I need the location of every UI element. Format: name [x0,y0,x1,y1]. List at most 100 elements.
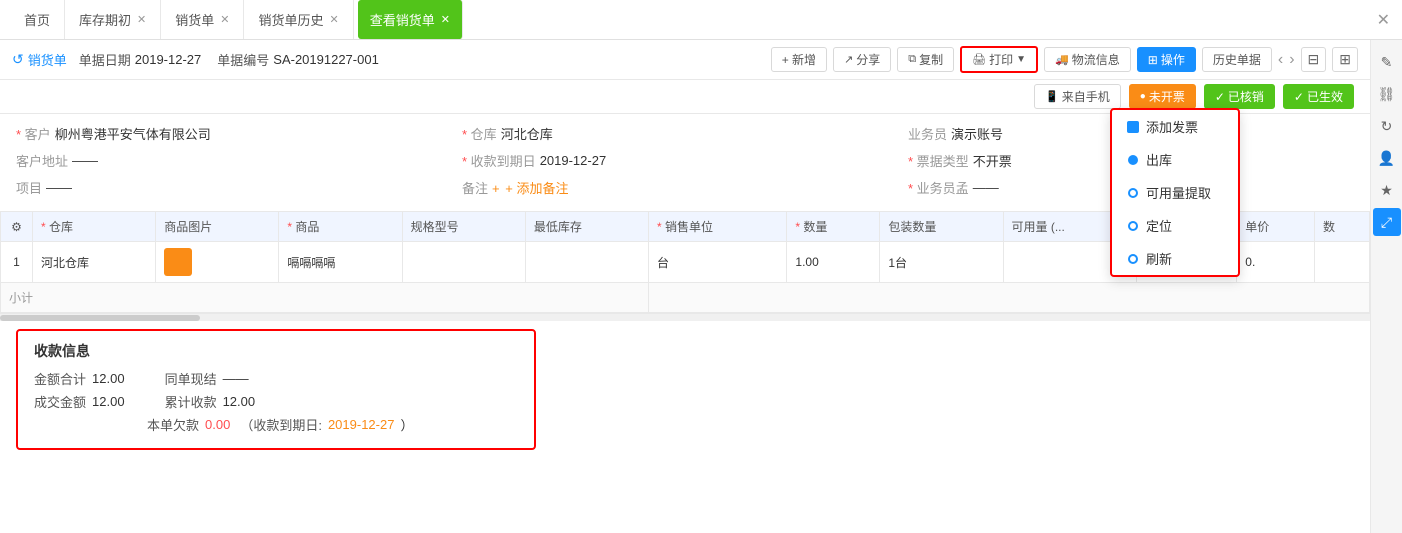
address-field: 客户地址 —— [16,151,462,170]
tab-close-inventory[interactable]: ✕ [137,13,146,26]
tab-close-sales[interactable]: ✕ [220,13,229,26]
window-close-button[interactable]: ✕ [1377,10,1390,30]
copy-button[interactable]: ⧉ 复制 [897,47,954,72]
arrears-paren-close: ） [400,415,413,434]
col-sales-unit: 销售单位 [649,212,787,242]
warehouse-value: 河北仓库 [501,124,553,143]
logistics-button[interactable]: 🚚 物流信息 [1044,47,1131,72]
arrears-field: 本单欠款 0.00 （收款到期日: 2019-12-27 ） [147,415,413,434]
address-value: —— [72,153,98,168]
list-view-button[interactable]: ⊞ [1332,47,1358,72]
not-invoiced-button[interactable]: ● 未开票 [1129,84,1196,109]
payment-row-1: 金额合计 12.00 同单现结 —— [34,369,518,388]
note-field: 备注 + + 添加备注 [462,178,908,197]
tab-close-history[interactable]: ✕ [330,13,339,26]
tab-view-sales[interactable]: 查看销货单 ✕ [358,0,463,39]
col-unit-price: 单价 [1237,212,1315,242]
due-date-label: 收款到期日 [462,151,536,170]
tab-inventory-init[interactable]: 库存期初 ✕ [65,0,161,39]
project-field: 项目 —— [16,178,462,197]
arrears-label: 本单欠款 [147,415,199,434]
doc-number-label: 单据编号 SA-20191227-001 [217,50,379,69]
salesperson-value: —— [973,180,999,195]
doc-actions: + 新增 ↗ 分享 ⧉ 复制 🖨 打印 ▼ 🚚 物流信息 [771,46,1358,73]
employee-value: 演示账号 [951,124,1003,143]
col-amount: 数 [1314,212,1369,242]
outbound-icon [1126,153,1140,167]
due-date-value: 2019-12-27 [540,153,607,168]
tab-sales-order[interactable]: 销货单 ✕ [161,0,244,39]
outbound-item[interactable]: 出库 [1112,143,1238,176]
project-value: —— [46,180,72,195]
deal-amount-field: 成交金额 12.00 [34,392,125,411]
doc-type-badge: ↺ 销货单 [12,50,67,69]
col-settings[interactable]: ⚙ [1,212,33,242]
print-button[interactable]: 🖨 打印 ▼ [960,46,1038,73]
refresh-icon [1126,252,1140,266]
new-button[interactable]: + 新增 [771,47,827,72]
deal-amount-value: 12.00 [92,394,125,409]
available-extract-icon [1126,186,1140,200]
employee-label: 业务员 [908,124,947,143]
table-scrollbar[interactable] [0,313,1370,321]
grid-view-button[interactable]: ⊟ [1301,47,1327,72]
arrears-due-date-value: 2019-12-27 [328,417,395,432]
right-sidebar: ✎ ⛓ ↻ 👤 ★ ⤢ [1370,40,1402,533]
row-warehouse: 河北仓库 [33,242,156,283]
from-phone-button[interactable]: 📱 来自手机 [1034,84,1121,109]
next-button[interactable]: › [1289,51,1294,69]
locate-item[interactable]: 定位 [1112,209,1238,242]
total-amount-value: 12.00 [92,371,125,386]
tab-bar: 首页 库存期初 ✕ 销货单 ✕ 销货单历史 ✕ 查看销货单 ✕ ✕ [0,0,1402,40]
sidebar-rotate-icon[interactable]: ↻ [1373,112,1401,140]
locate-icon [1126,219,1140,233]
accumulated-payment-label: 累计收款 [165,392,217,411]
arrears-due-date: （收款到期日: [240,415,322,434]
sidebar-link-icon[interactable]: ⛓ [1373,80,1401,108]
doc-title-area: ↺ 销货单 单据日期 2019-12-27 单据编号 SA-20191227-0… [12,50,763,69]
warehouse-label: 仓库 [462,124,497,143]
due-date-field: 收款到期日 2019-12-27 [462,151,908,170]
project-label: 项目 [16,178,42,197]
subtotal-label: 小计 [1,283,649,313]
tab-close-view[interactable]: ✕ [441,13,450,26]
accumulated-payment-value: 12.00 [223,394,256,409]
col-min-stock: 最低库存 [525,212,648,242]
col-package-qty: 包装数量 [880,212,1003,242]
row-min-stock [525,242,648,283]
share-button[interactable]: ↗ 分享 [833,47,891,72]
row-package-qty: 1台 [880,242,1003,283]
effective-button[interactable]: ✓ 已生效 [1283,84,1354,109]
prev-button[interactable]: ‹ [1278,51,1283,69]
sidebar-edit-icon[interactable]: ✎ [1373,48,1401,76]
note-label: 备注 [462,178,488,197]
scroll-thumb[interactable] [0,315,200,321]
col-product: 商品 [279,212,402,242]
verified-button[interactable]: ✓ 已核销 [1204,84,1275,109]
available-extract-item[interactable]: 可用量提取 [1112,176,1238,209]
doc-meta: 单据日期 2019-12-27 单据编号 SA-20191227-001 [79,50,379,69]
sidebar-expand-icon[interactable]: ⤢ [1373,208,1401,236]
payment-info-box: 收款信息 金额合计 12.00 同单现结 —— 成交金额 12.00 累计收款 [16,329,536,450]
operate-button[interactable]: ⊞ 操作 [1137,47,1196,72]
col-warehouse: 仓库 [33,212,156,242]
tab-sales-history[interactable]: 销货单历史 ✕ [244,0,353,39]
add-invoice-item[interactable]: 添加发票 [1112,110,1238,143]
accumulated-payment-field: 累计收款 12.00 [165,392,256,411]
row-sales-unit: 台 [649,242,787,283]
subtotal-row: 小计 [1,283,1370,313]
row-quantity: 1.00 [787,242,880,283]
refresh-item[interactable]: 刷新 [1112,242,1238,275]
total-amount-label: 金额合计 [34,369,86,388]
invoice-label: 票据类型 [908,151,969,170]
sidebar-star-icon[interactable]: ★ [1373,176,1401,204]
add-note-button[interactable]: + + 添加备注 [492,178,568,197]
total-amount-field: 金额合计 12.00 [34,369,125,388]
col-product-image: 商品图片 [156,212,279,242]
tab-home[interactable]: 首页 [10,0,65,39]
deal-amount-label: 成交金额 [34,392,86,411]
same-order-settle-field: 同单现结 —— [165,369,249,388]
history-button[interactable]: 历史单据 [1202,47,1272,72]
product-thumbnail [164,248,192,276]
sidebar-user-icon[interactable]: 👤 [1373,144,1401,172]
